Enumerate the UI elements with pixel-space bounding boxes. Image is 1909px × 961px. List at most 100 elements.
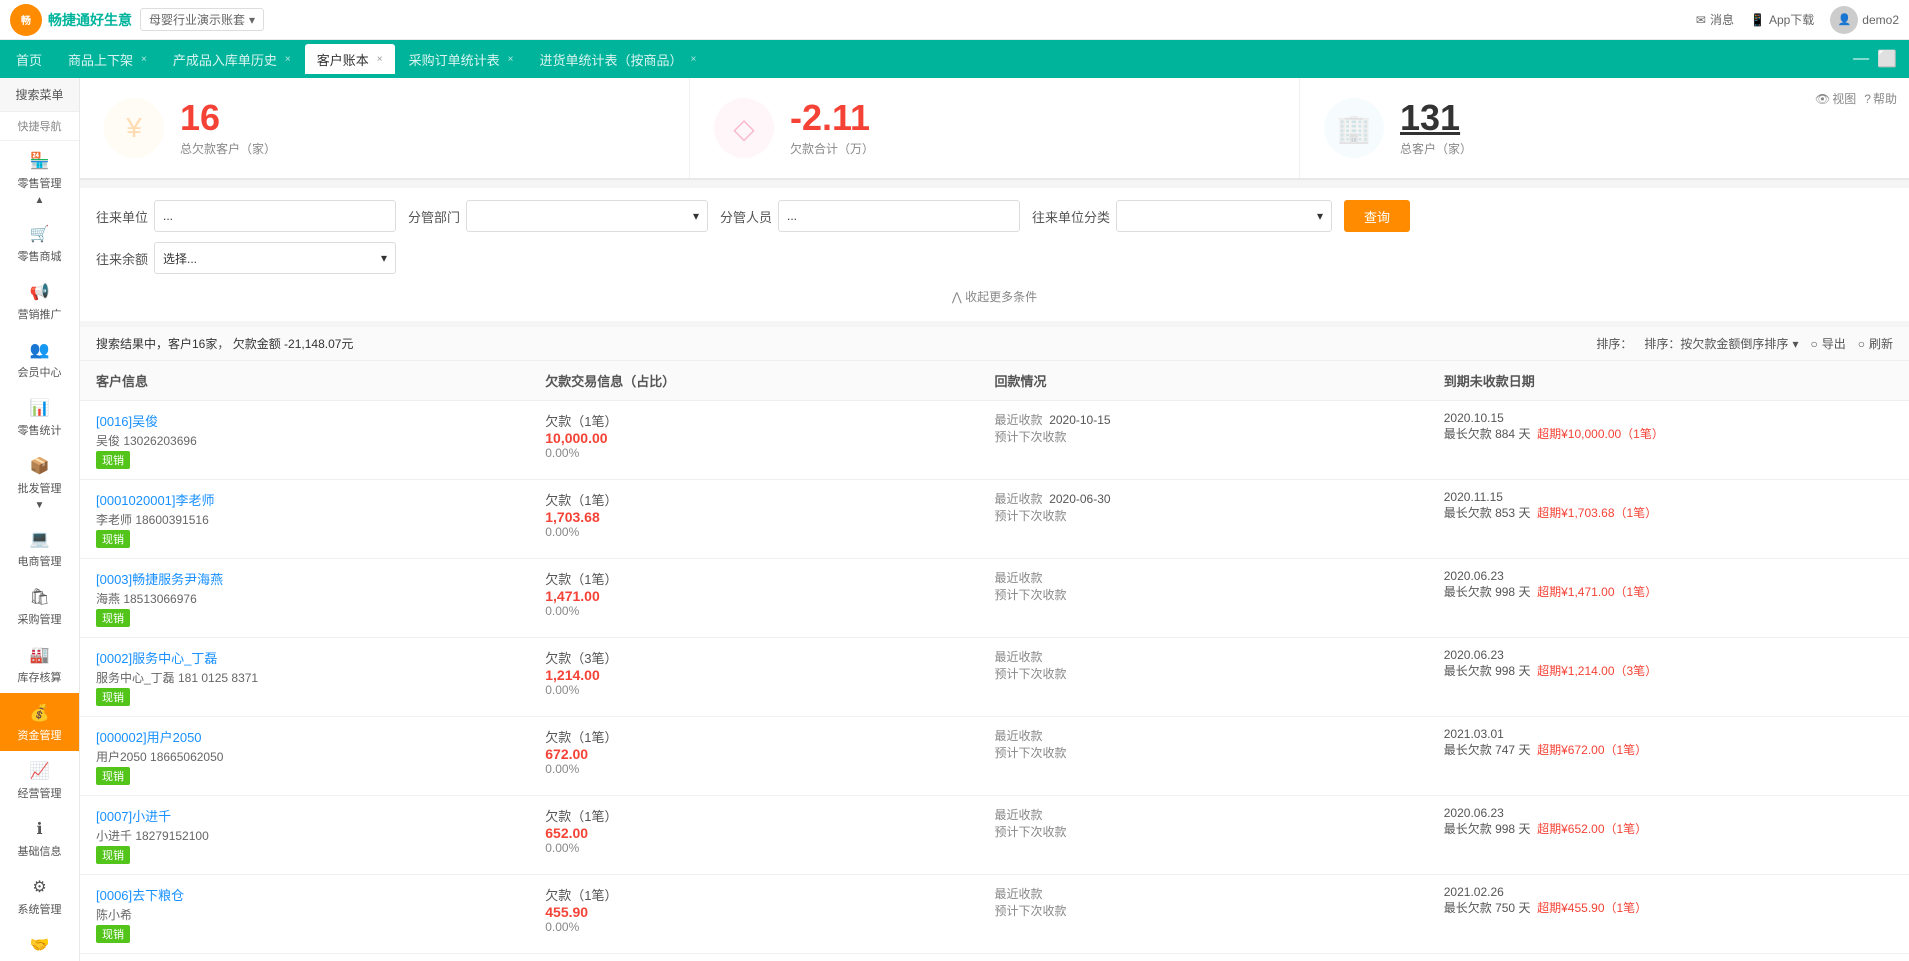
sidebar-item-label: 基础信息 — [18, 843, 62, 859]
overdue-text[interactable]: 超期¥652.00（1笔） — [1537, 822, 1647, 836]
sidebar-item-system[interactable]: ⚙ 系统管理 — [0, 867, 79, 925]
overdue-text[interactable]: 超期¥1,214.00（3笔） — [1537, 664, 1657, 678]
debt-amount[interactable]: 1,471.00 — [545, 588, 994, 604]
customer-name[interactable]: [0006]去下粮仓 — [96, 885, 545, 904]
customer-name[interactable]: [0003]畅捷服务尹海燕 — [96, 569, 545, 588]
sidebar-item-purchase[interactable]: 🛍 采购管理 — [0, 577, 79, 635]
overdue-text[interactable]: 超期¥1,471.00（1笔） — [1537, 585, 1657, 599]
sidebar-item-label: 经营管理 — [18, 785, 62, 801]
sidebar-item-wholesale[interactable]: 📦 批发管理 ▼ — [0, 446, 79, 519]
app-download-btn[interactable]: 📱 App下载 — [1750, 11, 1814, 28]
help-icon: ? — [1864, 92, 1871, 106]
filter-unit-input[interactable]: ... — [154, 200, 396, 232]
close-icon[interactable]: × — [377, 54, 383, 65]
results-actions: 排序： 排序：按欠款金额倒序排序 ▾ ○ 导出 ○ 刷新 — [1596, 335, 1893, 352]
tab-purchase[interactable]: 采购订单统计表 × — [397, 44, 526, 74]
latest-date: 2020-06-30 — [1049, 492, 1110, 506]
debt-amount[interactable]: 672.00 — [545, 746, 994, 762]
collapse-row[interactable]: ⋀ 收起更多条件 — [96, 284, 1893, 309]
sidebar-item-collaboration[interactable]: 🤝 企业协同 — [0, 925, 79, 961]
next-label: 预计下次收款 — [995, 665, 1444, 682]
tab-home[interactable]: 首页 — [4, 44, 54, 74]
query-button[interactable]: 查询 — [1344, 200, 1410, 232]
close-icon[interactable]: × — [690, 54, 696, 65]
due-date-cell: 2020.06.23 最长欠款 998 天 超期¥1,471.00（1笔） — [1444, 569, 1893, 600]
sidebar-quick-nav[interactable]: 快捷导航 — [0, 112, 79, 141]
maximize-icon[interactable]: ⬜ — [1877, 49, 1897, 69]
tab-customer-account[interactable]: 客户账本 × — [305, 44, 395, 74]
sidebar-item-retail-management[interactable]: 🏪 零售管理 ▲ — [0, 141, 79, 214]
filter-balance-select[interactable]: 选择... ▾ — [154, 242, 396, 274]
debt-percent: 0.00% — [545, 446, 994, 460]
overdue-text[interactable]: 超期¥672.00（1笔） — [1537, 743, 1647, 757]
sidebar-item-marketing[interactable]: 📢 营销推广 — [0, 272, 79, 330]
chevron-down-icon: ▾ — [1792, 337, 1798, 351]
due-date-cell: 2020.06.23 最长欠款 998 天 超期¥1,214.00（3笔） — [1444, 648, 1893, 679]
view-icon: 👁 — [1815, 92, 1830, 106]
customer-name[interactable]: [0001020001]李老师 — [96, 490, 545, 509]
user-avatar[interactable]: 👤 demo2 — [1830, 6, 1899, 34]
debt-amount[interactable]: 10,000.00 — [545, 430, 994, 446]
debt-amount[interactable]: 455.90 — [545, 904, 994, 920]
export-btn[interactable]: ○ 导出 — [1810, 335, 1845, 352]
sidebar-item-retail-mall[interactable]: 🛒 零售商城 — [0, 214, 79, 272]
next-label: 预计下次收款 — [995, 902, 1444, 919]
message-icon: ✉ — [1696, 13, 1706, 27]
close-icon[interactable]: × — [141, 54, 147, 65]
customer-name[interactable]: [000002]用户2050 — [96, 727, 545, 746]
sidebar-item-retail-stats[interactable]: 📊 零售统计 — [0, 388, 79, 446]
close-icon[interactable]: × — [508, 54, 514, 65]
store-selector[interactable]: 母婴行业演示账套 ▾ — [140, 8, 264, 31]
filter-category-select[interactable]: ▾ — [1116, 200, 1332, 232]
sidebar-item-business[interactable]: 📈 经营管理 — [0, 751, 79, 809]
stats-row: ¥ 16 总欠款客户（家） ◇ -2.11 欠款合计（万） 👁 视图 — [80, 78, 1909, 180]
tab-stock-label: 进货单统计表（按商品） — [539, 50, 682, 69]
customer-name[interactable]: [0007]小进千 — [96, 806, 545, 825]
customer-info-cell: [0002]服务中心_丁磊 服务中心_丁磊 181 0125 8371 现销 — [96, 648, 545, 706]
tab-home-label: 首页 — [16, 50, 42, 69]
sort-selector[interactable]: 排序：按欠款金额倒序排序 ▾ — [1644, 335, 1798, 352]
sidebar-item-member[interactable]: 👥 会员中心 — [0, 330, 79, 388]
overdue-text[interactable]: 超期¥1,703.68（1笔） — [1537, 506, 1657, 520]
due-date: 2020.06.23 — [1444, 806, 1893, 820]
filter-dept-label: 分管部门 — [408, 207, 460, 226]
minimize-icon[interactable]: — — [1853, 50, 1869, 68]
sidebar-item-inventory[interactable]: 🏭 库存核算 — [0, 635, 79, 693]
debt-amount-icon: ◇ — [714, 98, 774, 158]
recovery-cell: 最近收款 预计下次收款 — [995, 885, 1444, 919]
filter-person-label: 分管人员 — [720, 207, 772, 226]
sidebar-item-ecommerce[interactable]: 💻 电商管理 — [0, 519, 79, 577]
close-icon[interactable]: × — [285, 54, 291, 65]
debt-amount[interactable]: 1,214.00 — [545, 667, 994, 683]
customer-phone: 李老师 18600391516 — [96, 511, 545, 528]
message-btn[interactable]: ✉ 消息 — [1696, 11, 1734, 28]
debt-info-cell: 欠款（1笔） 1,703.68 0.00% — [545, 490, 994, 539]
filter-person-input[interactable]: ... — [778, 200, 1020, 232]
view-btn[interactable]: 👁 视图 — [1815, 90, 1856, 107]
sidebar-search-menu[interactable]: 搜索菜单 — [0, 78, 79, 112]
col-due-date: 到期未收款日期 — [1444, 371, 1893, 390]
debt-amount[interactable]: 1,703.68 — [545, 509, 994, 525]
customer-phone: 用户2050 18665062050 — [96, 748, 545, 765]
debt-info-cell: 欠款（1笔） 455.90 0.00% — [545, 885, 994, 934]
sidebar-item-basic-info[interactable]: ℹ 基础信息 — [0, 809, 79, 867]
purchase-icon: 🛍 — [29, 587, 49, 607]
debt-percent: 0.00% — [545, 762, 994, 776]
customer-name[interactable]: [0002]服务中心_丁磊 — [96, 648, 545, 667]
refresh-btn[interactable]: ○ 刷新 — [1858, 335, 1893, 352]
overdue-text[interactable]: 超期¥455.90（1笔） — [1537, 901, 1647, 915]
table-row: [000001]黄思源 黄思源 13552700226 现销 欠款（1笔） 42… — [80, 954, 1909, 961]
ecommerce-icon: 💻 — [30, 529, 50, 549]
debt-amount[interactable]: 652.00 — [545, 825, 994, 841]
tab-stock[interactable]: 进货单统计表（按商品） × — [527, 44, 708, 74]
tab-products[interactable]: 商品上下架 × — [56, 44, 159, 74]
chevron-icon: ▲ — [35, 195, 45, 206]
sidebar-item-finance[interactable]: 💰 资金管理 — [0, 693, 79, 751]
customer-name[interactable]: [0016]吴俊 — [96, 411, 545, 430]
filter-dept-select[interactable]: ▾ — [466, 200, 708, 232]
help-btn[interactable]: ? 帮助 — [1864, 90, 1897, 107]
overdue-text[interactable]: 超期¥10,000.00（1笔） — [1537, 427, 1664, 441]
debt-count: 欠款（1笔） — [545, 569, 994, 588]
stat-info-debt: -2.11 欠款合计（万） — [790, 100, 874, 157]
tab-production[interactable]: 产成品入库单历史 × — [161, 44, 303, 74]
